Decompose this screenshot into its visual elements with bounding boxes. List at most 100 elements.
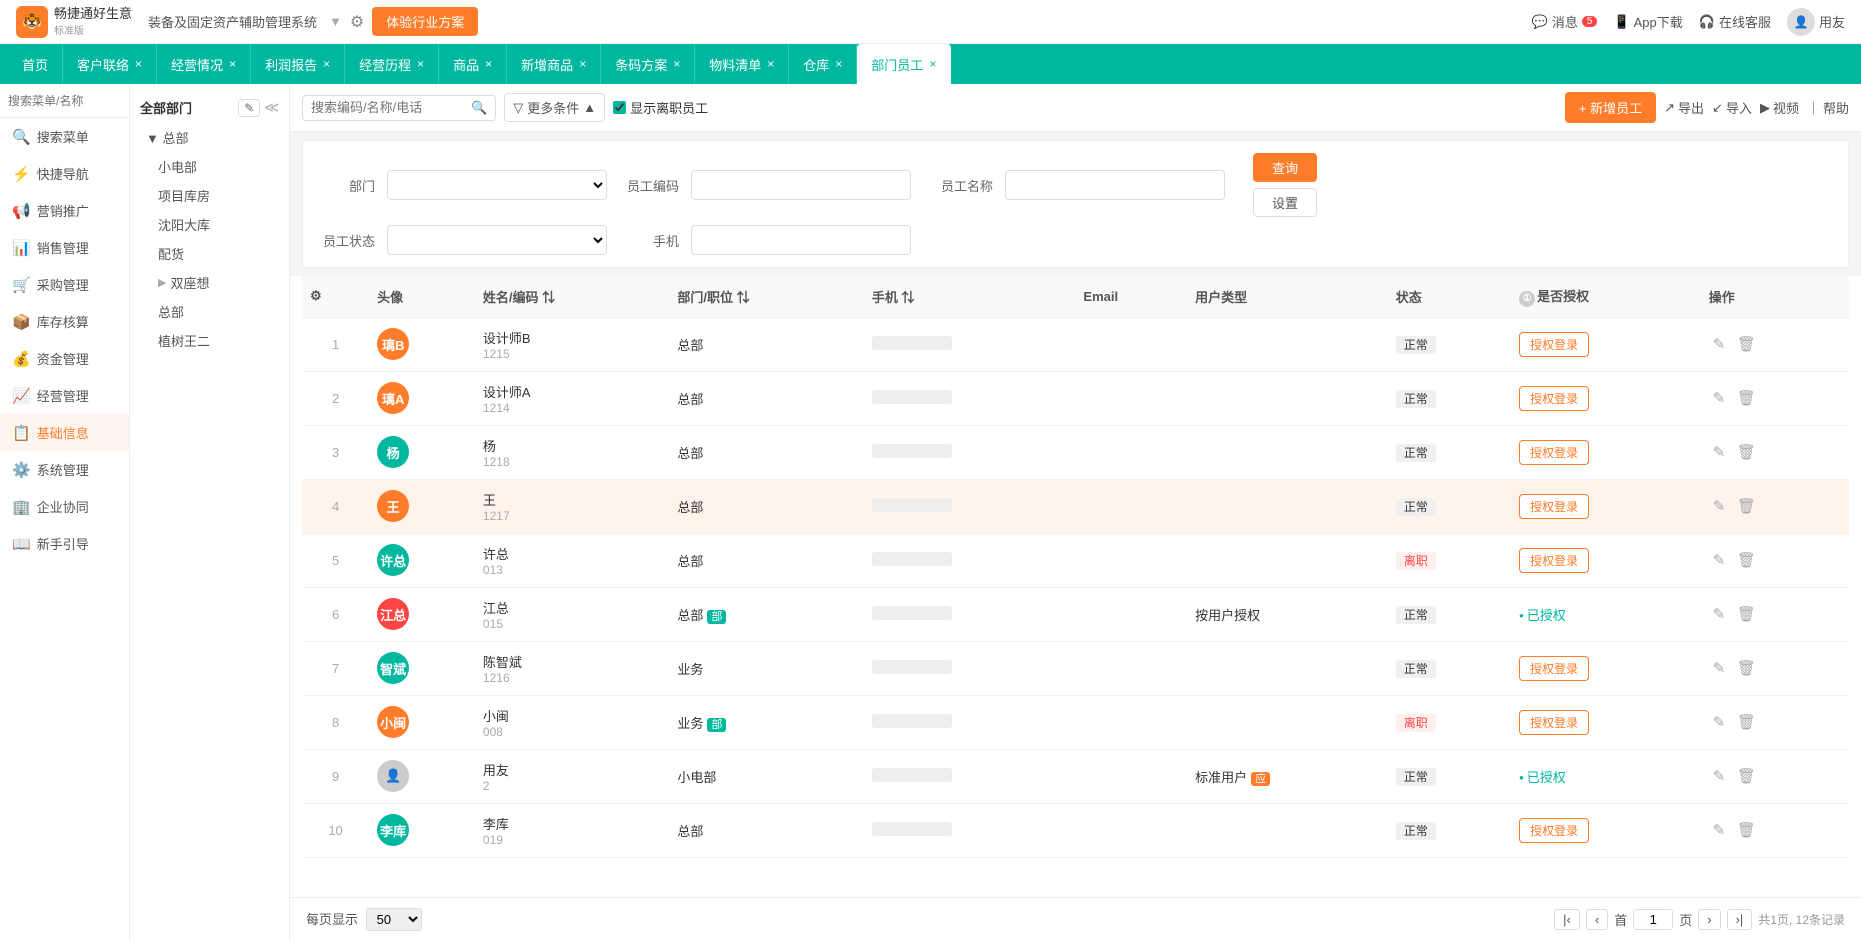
search-box[interactable]: 🔍 — [302, 95, 496, 121]
tab-warehouse[interactable]: 仓库 × — [789, 44, 857, 84]
filter-reset-btn[interactable]: 设置 — [1253, 188, 1317, 217]
delete-btn[interactable]: 🗑 — [1733, 549, 1760, 571]
tab-home[interactable]: 首页 — [8, 44, 63, 84]
tab-business-close[interactable]: × — [229, 57, 236, 71]
delete-btn[interactable]: 🗑 — [1733, 765, 1760, 787]
auth-login-btn[interactable]: 授权登录 — [1519, 494, 1589, 519]
th-name[interactable]: 姓名/编码 ⇅ — [475, 276, 669, 317]
sidebar-item-system[interactable]: ⚙️ 系统管理 — [0, 451, 129, 488]
edit-btn[interactable]: ✎ — [1709, 765, 1730, 787]
tab-material-close[interactable]: × — [767, 57, 774, 71]
dept-collapse-btn[interactable]: ≪ — [264, 99, 279, 117]
sidebar-item-finance[interactable]: 💰 资金管理 — [0, 340, 129, 377]
delete-btn[interactable]: 🗑 — [1733, 711, 1760, 733]
edit-btn[interactable]: ✎ — [1709, 711, 1730, 733]
sidebar-item-marketing[interactable]: 📢 营销推广 — [0, 192, 129, 229]
auth-login-btn[interactable]: 授权登录 — [1519, 548, 1589, 573]
tab-addgoods[interactable]: 新增商品 × — [507, 44, 601, 84]
tab-barcode-close[interactable]: × — [673, 57, 680, 71]
auth-login-btn[interactable]: 授权登录 — [1519, 710, 1589, 735]
tab-history-close[interactable]: × — [417, 57, 424, 71]
tab-history[interactable]: 经营历程 × — [345, 44, 439, 84]
auth-login-btn[interactable]: 授权登录 — [1519, 332, 1589, 357]
delete-btn[interactable]: 🗑 — [1733, 333, 1760, 355]
auth-login-btn[interactable]: 授权登录 — [1519, 818, 1589, 843]
delete-btn[interactable]: 🗑 — [1733, 819, 1760, 841]
tab-goods[interactable]: 商品 × — [439, 44, 507, 84]
show-resigned-checkbox[interactable] — [613, 101, 626, 114]
page-input[interactable] — [1633, 909, 1673, 930]
tab-staff[interactable]: 部门员工 × — [857, 44, 951, 84]
status-filter-select[interactable] — [387, 225, 607, 255]
dept-filter-select[interactable] — [387, 170, 607, 200]
sidebar-item-basic[interactable]: 📋 基础信息 — [0, 414, 129, 451]
next-page-btn[interactable]: › — [1698, 909, 1720, 930]
tab-business[interactable]: 经营情况 × — [157, 44, 251, 84]
tab-customer[interactable]: 客户联络 × — [63, 44, 157, 84]
edit-btn[interactable]: ✎ — [1709, 495, 1730, 517]
edit-btn[interactable]: ✎ — [1709, 387, 1730, 409]
sidebar-item-purchase[interactable]: 🛒 采购管理 — [0, 266, 129, 303]
delete-btn[interactable]: 🗑 — [1733, 657, 1760, 679]
gear-button[interactable]: ⚙ — [350, 12, 364, 32]
sidebar-item-sales[interactable]: 📊 销售管理 — [0, 229, 129, 266]
edit-btn[interactable]: ✎ — [1709, 441, 1730, 463]
th-settings[interactable]: ⚙ — [302, 276, 369, 317]
edit-btn[interactable]: ✎ — [1709, 549, 1730, 571]
dept-item-double[interactable]: ▶ 双座想 — [130, 268, 289, 297]
first-page-btn[interactable]: |‹ — [1554, 909, 1580, 930]
edit-btn[interactable]: ✎ — [1709, 603, 1730, 625]
sidebar-item-operation[interactable]: 📈 经营管理 — [0, 377, 129, 414]
app-download-item[interactable]: 📱 App下载 — [1613, 12, 1682, 31]
sidebar-item-inventory[interactable]: 📦 库存核算 — [0, 303, 129, 340]
view-btn[interactable]: ▶ 视频 — [1760, 98, 1799, 117]
per-page-select[interactable]: 50 100 200 — [366, 908, 422, 931]
service-item[interactable]: 🎧 在线客服 — [1699, 12, 1771, 31]
edit-btn[interactable]: ✎ — [1709, 819, 1730, 841]
tab-profit[interactable]: 利润报告 × — [251, 44, 345, 84]
sidebar-item-search[interactable]: 🔍 搜索菜单 — [0, 118, 129, 155]
tab-customer-close[interactable]: × — [135, 57, 142, 71]
phone-filter-input[interactable] — [691, 225, 911, 255]
dept-item-dispatch[interactable]: 配货 — [130, 239, 289, 268]
tab-goods-close[interactable]: × — [485, 57, 492, 71]
code-filter-input[interactable] — [691, 170, 911, 200]
sidebar-search-box[interactable]: 🔍 — [0, 84, 129, 118]
filter-search-btn[interactable]: 查询 — [1253, 153, 1317, 182]
sidebar-item-guide[interactable]: 📖 新手引导 — [0, 525, 129, 562]
auth-login-btn[interactable]: 授权登录 — [1519, 386, 1589, 411]
delete-btn[interactable]: 🗑 — [1733, 387, 1760, 409]
trial-button[interactable]: 体验行业方案 — [372, 7, 478, 36]
import-btn[interactable]: ↙ 导入 — [1712, 98, 1752, 117]
user-item[interactable]: 👤 用友 — [1787, 8, 1845, 36]
last-page-btn[interactable]: ›| — [1727, 909, 1753, 930]
name-filter-input[interactable] — [1005, 170, 1225, 200]
sidebar-item-quicknav[interactable]: ⚡ 快捷导航 — [0, 155, 129, 192]
search-input[interactable] — [311, 100, 471, 115]
th-dept[interactable]: 部门/职位 ⇅ — [669, 276, 863, 317]
export-btn[interactable]: ↗ 导出 — [1664, 98, 1704, 117]
show-resigned-label[interactable]: 显示离职员工 — [613, 98, 708, 117]
sidebar-item-corp[interactable]: 🏢 企业协同 — [0, 488, 129, 525]
edit-btn[interactable]: ✎ — [1709, 657, 1730, 679]
th-phone[interactable]: 手机 ⇅ — [864, 276, 1076, 317]
auth-login-btn[interactable]: 授权登录 — [1519, 440, 1589, 465]
dept-item-tree2[interactable]: 植树王二 — [130, 326, 289, 355]
tab-profit-close[interactable]: × — [323, 57, 330, 71]
delete-btn[interactable]: 🗑 — [1733, 441, 1760, 463]
tab-staff-close[interactable]: × — [929, 57, 936, 71]
dept-edit-btn[interactable]: ✎ — [238, 99, 260, 117]
tab-warehouse-close[interactable]: × — [835, 57, 842, 71]
add-staff-btn[interactable]: + 新增员工 — [1565, 92, 1656, 123]
dept-item-project[interactable]: 项目库房 — [130, 181, 289, 210]
edit-btn[interactable]: ✎ — [1709, 333, 1730, 355]
sidebar-search-input[interactable] — [8, 94, 130, 108]
delete-btn[interactable]: 🗑 — [1733, 603, 1760, 625]
tab-material[interactable]: 物料清单 × — [695, 44, 789, 84]
prev-page-btn[interactable]: ‹ — [1586, 909, 1608, 930]
dept-item-head[interactable]: ▼ 总部 — [130, 123, 289, 152]
dept-item-shenyang[interactable]: 沈阳大库 — [130, 210, 289, 239]
tab-addgoods-close[interactable]: × — [579, 57, 586, 71]
auth-login-btn[interactable]: 授权登录 — [1519, 656, 1589, 681]
dept-item-small-elec[interactable]: 小电部 — [130, 152, 289, 181]
